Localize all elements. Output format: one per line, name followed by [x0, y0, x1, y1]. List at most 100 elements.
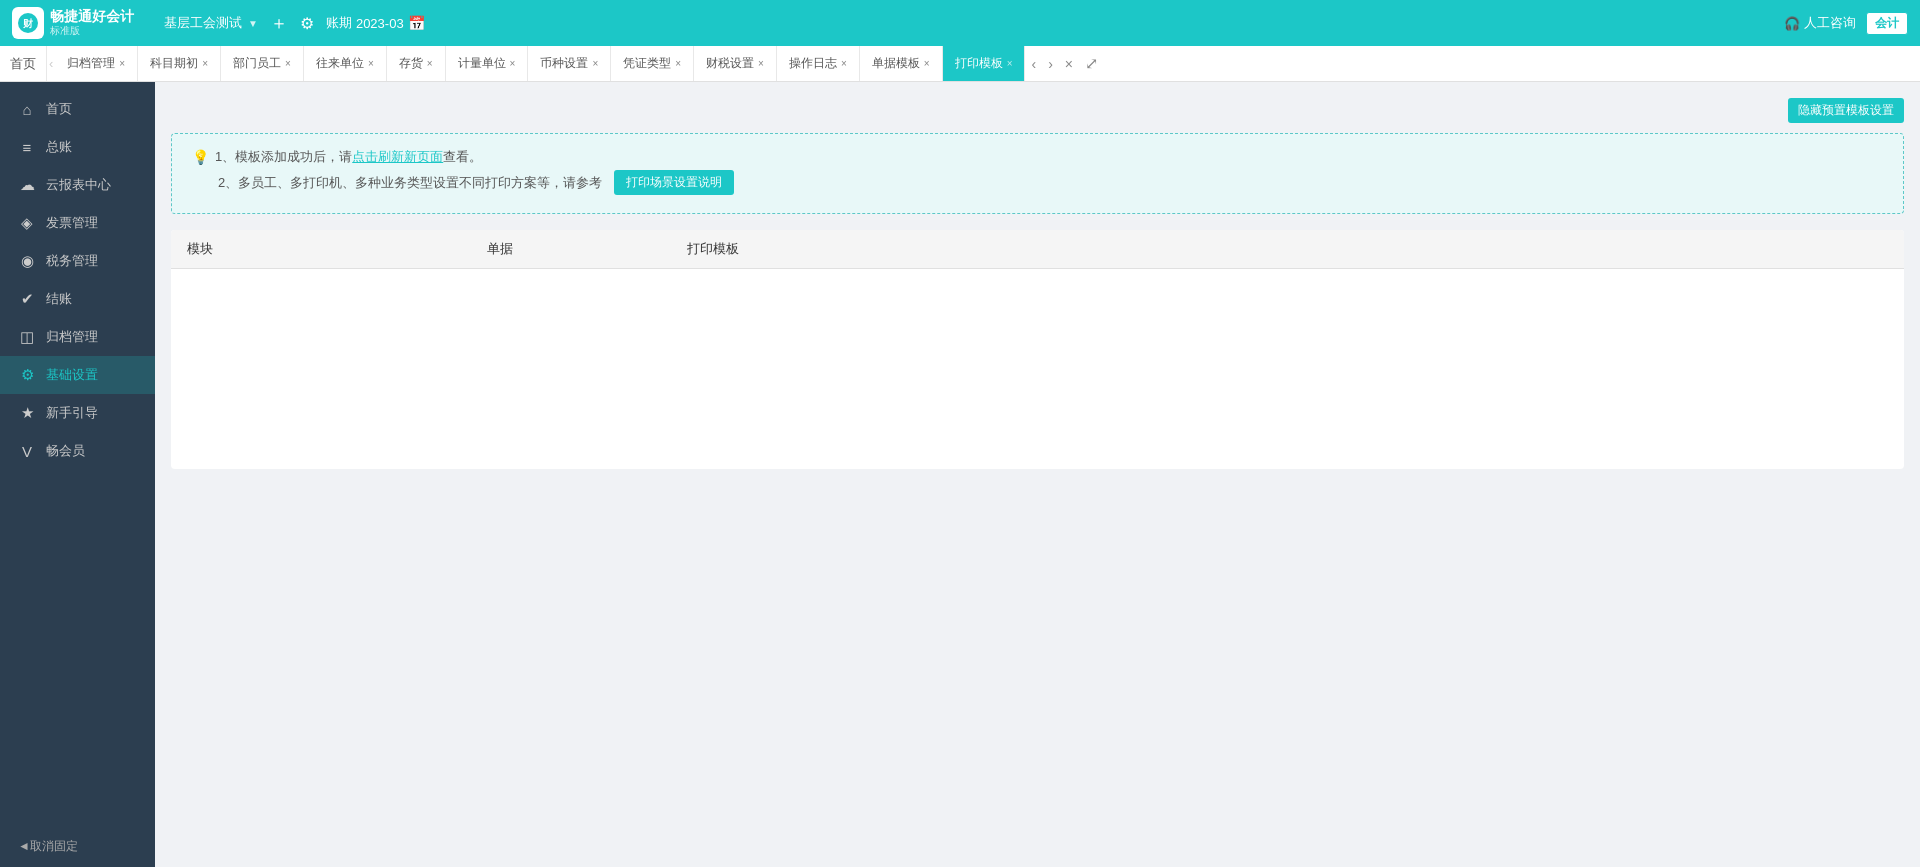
sidebar-item-cloud-report[interactable]: ☁ 云报表中心	[0, 166, 155, 204]
refresh-page-link[interactable]: 点击刷新新页面	[352, 149, 443, 164]
tab-close-icon[interactable]: ×	[924, 58, 930, 69]
home-icon: ⌂	[18, 101, 36, 118]
info-row-2: 2、多员工、多打印机、多种业务类型设置不同打印方案等，请参考 打印场景设置说明	[192, 170, 1883, 195]
tab-archiving[interactable]: 归档管理 ×	[55, 46, 138, 82]
tab-close-icon[interactable]: ×	[368, 58, 374, 69]
member-icon: V	[18, 443, 36, 460]
sidebar-label-archiving: 归档管理	[46, 328, 98, 346]
invoice-icon: ◈	[18, 214, 36, 232]
kj-badge-button[interactable]: 会计	[1866, 12, 1908, 35]
toolbar-row: 隐藏预置模板设置	[171, 98, 1904, 133]
sidebar-label-ledger: 总账	[46, 138, 72, 156]
content-area: 隐藏预置模板设置 💡 1、模板添加成功后，请点击刷新新页面查看。 2、多员工、多…	[155, 82, 1920, 867]
period-label: 账期	[326, 14, 352, 32]
tab-currency[interactable]: 币种设置 ×	[528, 46, 611, 82]
tab-separator: ‹	[47, 56, 55, 71]
tab-home[interactable]: 首页	[0, 46, 47, 82]
table-body	[171, 269, 1904, 469]
settings-icon: ⚙	[18, 366, 36, 384]
period-value: 2023-03	[356, 16, 404, 31]
tab-close-icon[interactable]: ×	[285, 58, 291, 69]
data-table: 模块 单据 打印模板	[171, 230, 1904, 469]
hide-template-button[interactable]: 隐藏预置模板设置	[1788, 98, 1904, 123]
tab-close-icon[interactable]: ×	[510, 58, 516, 69]
period-info: 账期 2023-03 📅	[326, 14, 425, 32]
tab-close-icon[interactable]: ×	[758, 58, 764, 69]
tab-print-template[interactable]: 打印模板 ×	[943, 46, 1026, 82]
logo-area: 财 畅捷通好会计 标准版	[12, 7, 152, 39]
sidebar-item-general-ledger[interactable]: ≡ 总账	[0, 128, 155, 166]
sidebar-item-home[interactable]: ⌂ 首页	[0, 90, 155, 128]
tab-voucher-type[interactable]: 凭证类型 ×	[611, 46, 694, 82]
tab-subject-initial[interactable]: 科目期初 ×	[138, 46, 221, 82]
sidebar-item-invoice[interactable]: ◈ 发票管理	[0, 204, 155, 242]
sidebar-item-member[interactable]: V 畅会员	[0, 432, 155, 470]
sidebar-item-checkout[interactable]: ✔ 结账	[0, 280, 155, 318]
tab-inventory[interactable]: 存货 ×	[387, 46, 446, 82]
sidebar-item-basic-settings[interactable]: ⚙ 基础设置	[0, 356, 155, 394]
company-name: 基层工会测试	[164, 14, 242, 32]
ledger-icon: ≡	[18, 139, 36, 156]
col-template-header: 打印模板	[671, 230, 1904, 268]
sidebar-label-tax: 税务管理	[46, 252, 98, 270]
sidebar-label-cloud: 云报表中心	[46, 176, 111, 194]
sidebar-item-beginner[interactable]: ★ 新手引导	[0, 394, 155, 432]
tab-close-icon[interactable]: ×	[202, 58, 208, 69]
tax-icon: ◉	[18, 252, 36, 270]
add-tab-button[interactable]: ＋	[270, 11, 288, 35]
archive-icon: ◫	[18, 328, 36, 346]
tab-close-icon[interactable]: ×	[675, 58, 681, 69]
info-row-1: 💡 1、模板添加成功后，请点击刷新新页面查看。	[192, 148, 1883, 166]
app-version: 标准版	[50, 24, 134, 38]
checkout-icon: ✔	[18, 290, 36, 308]
top-header: 财 畅捷通好会计 标准版 基层工会测试 ▼ ＋ ⚙ 账期 2023-03 📅 🎧…	[0, 0, 1920, 46]
tab-close-icon[interactable]: ×	[1007, 58, 1013, 69]
tab-contacts[interactable]: 往来单位 ×	[304, 46, 387, 82]
sidebar-label-home: 首页	[46, 100, 72, 118]
calendar-icon[interactable]: 📅	[408, 15, 425, 31]
sidebar-item-tax[interactable]: ◉ 税务管理	[0, 242, 155, 280]
customer-service-button[interactable]: 🎧 人工咨询	[1784, 14, 1856, 32]
company-selector[interactable]: 基层工会测试 ▼	[164, 14, 258, 32]
sidebar-label-invoice: 发票管理	[46, 214, 98, 232]
tab-operation-log[interactable]: 操作日志 ×	[777, 46, 860, 82]
tab-dept-staff[interactable]: 部门员工 ×	[221, 46, 304, 82]
tab-scroll-left-button[interactable]: ‹	[1025, 56, 1042, 72]
sidebar-label-checkout: 结账	[46, 290, 72, 308]
header-right: 🎧 人工咨询 会计	[1784, 12, 1908, 35]
cloud-icon: ☁	[18, 176, 36, 194]
sidebar-label-settings: 基础设置	[46, 366, 98, 384]
company-dropdown-icon[interactable]: ▼	[248, 18, 258, 29]
sidebar-item-archiving[interactable]: ◫ 归档管理	[0, 318, 155, 356]
tab-tax-settings[interactable]: 财税设置 ×	[694, 46, 777, 82]
bulb-icon: 💡	[192, 149, 209, 165]
info-text-1: 1、模板添加成功后，请点击刷新新页面查看。	[215, 148, 482, 166]
app-name: 畅捷通好会计	[50, 8, 134, 25]
col-module-header: 模块	[171, 230, 471, 268]
tab-unit[interactable]: 计量单位 ×	[446, 46, 529, 82]
sidebar-label-member: 畅会员	[46, 442, 85, 460]
info-text-2: 2、多员工、多打印机、多种业务类型设置不同打印方案等，请参考	[218, 174, 602, 192]
sidebar-nav: ⌂ 首页 ≡ 总账 ☁ 云报表中心 ◈ 发票管理 ◉ 税务管理	[0, 82, 155, 826]
headset-icon: 🎧	[1784, 16, 1800, 31]
svg-text:财: 财	[22, 18, 34, 29]
print-scene-help-button[interactable]: 打印场景设置说明	[614, 170, 734, 195]
tab-bar: 首页 ‹ 归档管理 × 科目期初 × 部门员工 × 往来单位 × 存货 × 计量…	[0, 46, 1920, 82]
tab-scroll-right-button[interactable]: ›	[1042, 56, 1059, 72]
tab-close-icon[interactable]: ×	[841, 58, 847, 69]
main-layout: ⌂ 首页 ≡ 总账 ☁ 云报表中心 ◈ 发票管理 ◉ 税务管理	[0, 82, 1920, 867]
settings-button[interactable]: ⚙	[300, 14, 314, 33]
expand-button[interactable]: ⤢	[1079, 54, 1104, 73]
tab-close-icon[interactable]: ×	[427, 58, 433, 69]
sidebar-label-beginner: 新手引导	[46, 404, 98, 422]
sidebar: ⌂ 首页 ≡ 总账 ☁ 云报表中心 ◈ 发票管理 ◉ 税务管理	[0, 82, 155, 867]
tab-close-icon[interactable]: ×	[119, 58, 125, 69]
unpin-label: ◄取消固定	[18, 838, 78, 855]
tab-close-icon[interactable]: ×	[592, 58, 598, 69]
tab-document-template[interactable]: 单据模板 ×	[860, 46, 943, 82]
sidebar-unpin-button[interactable]: ◄取消固定	[0, 826, 155, 867]
app-logo: 财	[12, 7, 44, 39]
close-all-tabs-button[interactable]: ×	[1059, 56, 1079, 72]
col-document-header: 单据	[471, 230, 671, 268]
beginner-icon: ★	[18, 404, 36, 422]
